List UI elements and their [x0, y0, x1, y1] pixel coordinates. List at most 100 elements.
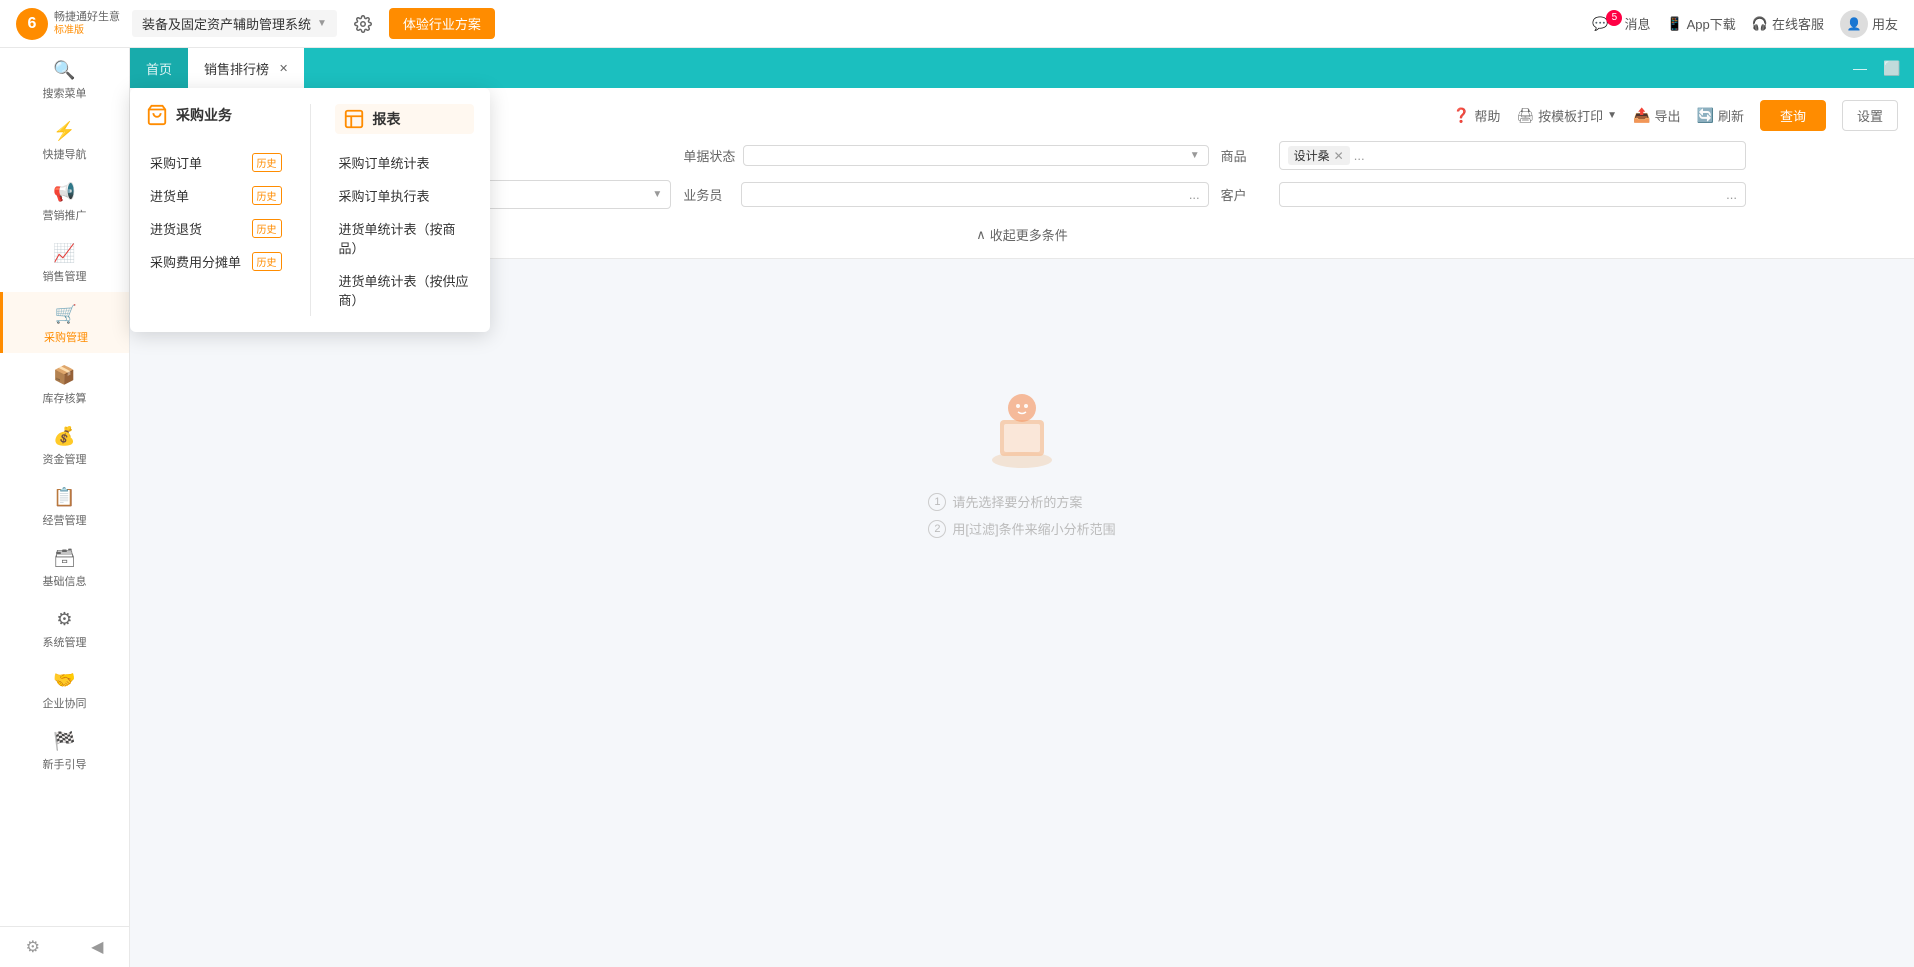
- history-badge-stock-in: 历史: [252, 186, 282, 205]
- system-title-chevron-icon: ▼: [317, 18, 327, 29]
- salesperson-dots[interactable]: ...: [1189, 187, 1200, 202]
- chart-icon: 📈: [53, 243, 75, 264]
- logo-area: 6 畅捷通好生意 标准版: [16, 8, 120, 40]
- empty-step-2: 2 用[过滤]条件来缩小分析范围: [928, 519, 1115, 538]
- tab-bar: 首页 销售排行榜 ✕ — ⬜: [130, 48, 1914, 88]
- database-icon: 🗃: [53, 548, 76, 569]
- dropdown-item-purchase-order[interactable]: 采购订单 历史: [146, 146, 286, 179]
- sidebar-item-basic[interactable]: 🗃 基础信息: [0, 536, 129, 597]
- settings-icon-btn[interactable]: [349, 10, 377, 38]
- sidebar-item-finance[interactable]: 💰 资金管理: [0, 414, 129, 475]
- refresh-btn[interactable]: 🔄 刷新: [1697, 100, 1744, 131]
- customer-dots[interactable]: ...: [1726, 187, 1737, 202]
- dropdown-item-purchase-order-stats[interactable]: 采购订单统计表: [335, 146, 475, 179]
- refresh-icon: 🔄: [1697, 107, 1714, 124]
- dropdown-divider: [310, 104, 311, 316]
- print-icon: 🖨: [1516, 107, 1534, 124]
- message-btn[interactable]: 💬 5 消息: [1592, 14, 1650, 33]
- tab-bar-right: — ⬜: [1848, 56, 1914, 80]
- top-bar: 6 畅捷通好生意 标准版 装备及固定资产辅助管理系统 ▼ 体验行业方案 💬: [0, 0, 1914, 48]
- collapse-icon: ∧: [976, 227, 986, 243]
- dropdown-item-stock-in[interactable]: 进货单 历史: [146, 179, 286, 212]
- clipboard-icon: 📋: [53, 487, 75, 508]
- sidebar-item-inventory[interactable]: 📦 库存核算: [0, 353, 129, 414]
- purchase-col: 采购业务 采购订单 历史 进货单 历史 进货退货 历史 采购费用分摊单 历史: [146, 104, 286, 316]
- tab-minimize-icon[interactable]: —: [1848, 56, 1872, 80]
- logo-icon: 6: [16, 8, 48, 40]
- report-col-header: 报表: [335, 104, 475, 134]
- query-btn[interactable]: 查询: [1760, 100, 1826, 131]
- sidebar-item-guide[interactable]: 🏁 新手引导: [0, 719, 129, 780]
- cart-icon: 🛒: [55, 304, 77, 325]
- print-template-btn[interactable]: 🖨 按模板打印 ▼: [1516, 100, 1617, 131]
- headset-icon: 🎧: [1752, 16, 1768, 32]
- gear-icon: ⚙: [56, 609, 72, 630]
- customer-select[interactable]: ...: [1279, 182, 1746, 207]
- export-btn[interactable]: 📤 导出: [1633, 100, 1680, 131]
- salesperson-select[interactable]: ...: [741, 182, 1208, 207]
- goods-tag-close-icon[interactable]: ✕: [1334, 149, 1344, 163]
- box-icon: 📦: [53, 365, 75, 386]
- empty-illustration: [972, 380, 1072, 480]
- online-service-btn[interactable]: 🎧 在线客服: [1752, 14, 1824, 33]
- empty-step-1: 1 请先选择要分析的方案: [928, 492, 1115, 511]
- user-menu[interactable]: 👤 用友: [1840, 10, 1898, 38]
- dropdown-item-stock-stats-goods[interactable]: 进货单统计表（按商品）: [335, 212, 475, 264]
- purchase-dropdown-menu: 采购业务 采购订单 历史 进货单 历史 进货退货 历史 采购费用分摊单 历史 报…: [130, 88, 490, 332]
- logo-text: 畅捷通好生意 标准版: [54, 10, 120, 37]
- print-chevron-icon: ▼: [1607, 110, 1617, 121]
- goods-dots[interactable]: ...: [1354, 148, 1365, 163]
- dropdown-item-stock-stats-supplier[interactable]: 进货单统计表（按供应商）: [335, 264, 475, 316]
- rank-chevron-icon: ▼: [652, 189, 662, 200]
- top-bar-right: 💬 5 消息 📱 App下载 🎧 在线客服 👤 用友: [1592, 10, 1898, 38]
- industry-btn[interactable]: 体验行业方案: [389, 8, 495, 39]
- goods-tag: 设计桑 ✕: [1288, 146, 1350, 165]
- sidebar-item-operations[interactable]: 📋 经营管理: [0, 475, 129, 536]
- sidebar-item-system[interactable]: ⚙ 系统管理: [0, 597, 129, 658]
- empty-steps: 1 请先选择要分析的方案 2 用[过滤]条件来缩小分析范围: [928, 492, 1115, 538]
- help-btn[interactable]: ❓ 帮助: [1453, 100, 1500, 131]
- tab-home[interactable]: 首页: [130, 48, 188, 88]
- history-badge-purchase-order: 历史: [252, 153, 282, 172]
- goods-select[interactable]: 设计桑 ✕ ...: [1279, 141, 1746, 170]
- sidebar: 🔍 搜索菜单 ⚡ 快捷导航 📢 营销推广 📈 销售管理 🛒 采购管理 📦: [0, 48, 130, 967]
- tab-maximize-icon[interactable]: ⬜: [1880, 56, 1904, 80]
- dropdown-item-purchase-order-exec[interactable]: 采购订单执行表: [335, 179, 475, 212]
- sidebar-footer: ⚙ ◀: [0, 926, 129, 967]
- purchase-col-header: 采购业务: [146, 104, 286, 134]
- phone-icon: 📱: [1666, 16, 1682, 32]
- sidebar-item-purchase[interactable]: 🛒 采购管理: [0, 292, 129, 353]
- customer-filter: 客户 ...: [1221, 182, 1746, 207]
- history-badge-stock-return: 历史: [252, 219, 282, 238]
- status-filter: 单据状态 ▼: [683, 145, 1208, 166]
- tab-close-icon[interactable]: ✕: [279, 62, 288, 75]
- salesperson-filter: 业务员 ...: [683, 182, 1208, 207]
- megaphone-icon: 📢: [53, 182, 75, 203]
- avatar: 👤: [1840, 10, 1868, 38]
- tab-sales-rank[interactable]: 销售排行榜 ✕: [188, 48, 304, 88]
- dropdown-item-purchase-expense[interactable]: 采购费用分摊单 历史: [146, 245, 286, 278]
- sidebar-collapse-icon[interactable]: ◀: [91, 937, 103, 957]
- dropdown-item-stock-return[interactable]: 进货退货 历史: [146, 212, 286, 245]
- system-title[interactable]: 装备及固定资产辅助管理系统 ▼: [132, 10, 337, 37]
- flag-icon: 🏁: [53, 731, 75, 752]
- help-icon: ❓: [1453, 107, 1470, 124]
- report-col: 报表 采购订单统计表 采购订单执行表 进货单统计表（按商品） 进货单统计表（按供…: [335, 104, 475, 316]
- status-chevron-icon: ▼: [1190, 150, 1200, 161]
- sidebar-item-sales[interactable]: 📈 销售管理: [0, 231, 129, 292]
- flash-icon: ⚡: [53, 121, 75, 142]
- goods-filter: 商品 设计桑 ✕ ...: [1221, 141, 1746, 170]
- top-bar-left: 6 畅捷通好生意 标准版 装备及固定资产辅助管理系统 ▼ 体验行业方案: [16, 8, 1592, 40]
- sidebar-item-search[interactable]: 🔍 搜索菜单: [0, 48, 129, 109]
- sidebar-item-quicknav[interactable]: ⚡ 快捷导航: [0, 109, 129, 170]
- app-download-btn[interactable]: 📱 App下载: [1666, 14, 1735, 33]
- export-icon: 📤: [1633, 107, 1650, 124]
- settings-btn[interactable]: 设置: [1842, 100, 1898, 131]
- money-icon: 💰: [53, 426, 75, 447]
- sidebar-item-enterprise[interactable]: 🤝 企业协同: [0, 658, 129, 719]
- handshake-icon: 🤝: [53, 670, 75, 691]
- history-badge-purchase-expense: 历史: [252, 252, 282, 271]
- status-select[interactable]: ▼: [743, 145, 1208, 166]
- sidebar-item-marketing[interactable]: 📢 营销推广: [0, 170, 129, 231]
- sidebar-settings-icon[interactable]: ⚙: [26, 937, 40, 957]
